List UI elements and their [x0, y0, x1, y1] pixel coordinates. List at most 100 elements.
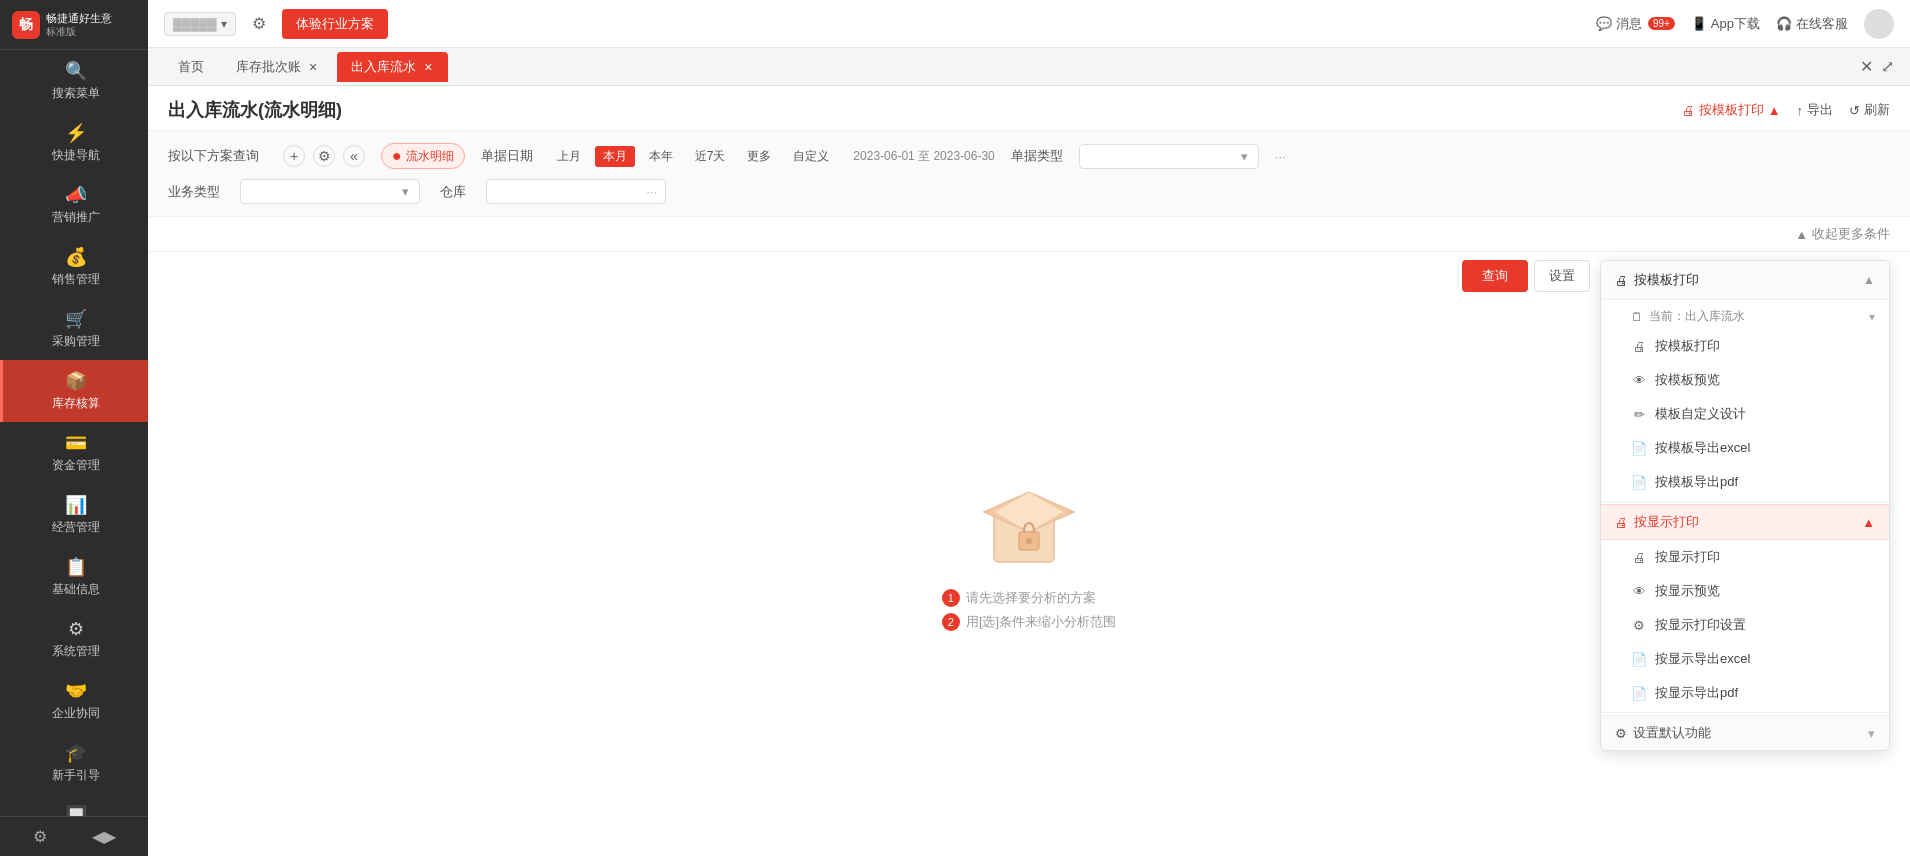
template-custom-icon: ✏ — [1631, 406, 1647, 422]
sidebar-item-sys-mgmt[interactable]: ⚙ 系统管理 — [0, 608, 148, 670]
sidebar-item-basic-info[interactable]: 📋 基础信息 — [0, 546, 148, 608]
online-service-btn[interactable]: 🎧 在线客服 — [1776, 15, 1848, 33]
biz-type-label: 业务类型 — [168, 183, 220, 201]
page-title: 出入库流水(流水明细) — [168, 98, 342, 122]
action-row: ▲ 收起更多条件 — [148, 217, 1910, 252]
panel-item-template-preview[interactable]: 👁 按模板预览 — [1601, 363, 1889, 397]
panel-display-header: 🖨 按显示打印 ▲ — [1601, 504, 1889, 540]
svg-point-4 — [1026, 538, 1032, 544]
panel-template-header: 🖨 按模板打印 ▲ — [1601, 261, 1889, 300]
empty-illustration — [979, 477, 1079, 577]
filter-tag[interactable]: ● 流水明细 — [381, 143, 465, 169]
sidebar-settings-btn[interactable]: ⚙ — [33, 827, 47, 846]
warehouse-input[interactable]: ··· — [486, 179, 666, 204]
print-template-section-icon: 🖨 — [1615, 273, 1628, 288]
sidebar-collapse-btn[interactable]: ◀▶ — [92, 827, 116, 846]
window-close-btn[interactable]: ✕ — [1860, 57, 1873, 76]
query-set-btns: 查询 设置 — [1462, 260, 1590, 292]
topbar-settings-btn[interactable]: ⚙ — [244, 9, 274, 39]
doc-type-more[interactable]: ··· — [1275, 149, 1286, 164]
set-button[interactable]: 设置 — [1534, 260, 1590, 292]
filter-add-btn[interactable]: + — [283, 145, 305, 167]
beginner-icon: 🎓 — [65, 742, 87, 764]
sidebar-item-ops[interactable]: 📊 经营管理 — [0, 484, 148, 546]
template-preview-icon: 👁 — [1631, 372, 1647, 388]
warehouse-label: 仓库 — [440, 183, 466, 201]
message-btn[interactable]: 💬 消息 99+ — [1596, 15, 1675, 33]
tab-home[interactable]: 首页 — [164, 52, 218, 82]
sidebar: 畅 畅捷通好生意 标准版 🔍 搜索菜单 ⚡ 快捷导航 📣 营销推广 💰 销售管理… — [0, 0, 148, 856]
sidebar-item-sales[interactable]: 💰 销售管理 — [0, 236, 148, 298]
filter-collapse-btn[interactable]: « — [343, 145, 365, 167]
export-btn[interactable]: ↑ 导出 — [1797, 101, 1834, 119]
filter-area: 按以下方案查询 + ⚙ « ● 流水明细 单据日期 上月 本月 本年 — [148, 131, 1910, 217]
tab-batch-account[interactable]: 库存批次账 × — [222, 52, 333, 82]
sales-icon: 💰 — [65, 246, 87, 268]
app-download-btn[interactable]: 📱 App下载 — [1691, 15, 1760, 33]
biz-type-select[interactable]: ▾ — [240, 179, 420, 204]
panel-item-display-preview[interactable]: 👁 按显示预览 — [1601, 574, 1889, 608]
date-this-month[interactable]: 本月 — [595, 146, 635, 167]
tab-batch-account-close[interactable]: × — [307, 59, 319, 75]
print-template-btn[interactable]: 🖨 按模板打印 ▲ — [1682, 101, 1781, 119]
panel-item-display-print[interactable]: 🖨 按显示打印 — [1601, 540, 1889, 574]
dropdown-panel: 🖨 按模板打印 ▲ 🗒 当前：出入库流水 ▾ 🖨 按模板打印 � — [1600, 260, 1890, 751]
tab-inout-flow[interactable]: 出入库流水 × — [337, 52, 448, 82]
panel-item-template-custom[interactable]: ✏ 模板自定义设计 — [1601, 397, 1889, 431]
panel-item-template-excel[interactable]: 📄 按模板导出excel — [1601, 431, 1889, 465]
hint-num-2: 2 — [942, 613, 960, 631]
date-this-year[interactable]: 本年 — [641, 146, 681, 167]
date-more[interactable]: 更多 — [739, 146, 779, 167]
panel-divider-2 — [1601, 712, 1889, 713]
sidebar-item-inventory[interactable]: 📦 库存核算 — [0, 360, 148, 422]
window-maximize-btn[interactable]: ⤢ — [1881, 57, 1894, 76]
template-print-icon: 🖨 — [1631, 338, 1647, 354]
sidebar-item-fund[interactable]: 💳 资金管理 — [0, 422, 148, 484]
main-area: ▓▓▓▓▓ ▾ ⚙ 体验行业方案 💬 消息 99+ 📱 App下载 🎧 在线客服 — [148, 0, 1910, 856]
warehouse-more: ··· — [646, 184, 657, 199]
refresh-btn[interactable]: ↺ 刷新 — [1849, 101, 1890, 119]
panel-template-arrow[interactable]: ▲ — [1863, 273, 1875, 287]
filter-settings-btn[interactable]: ⚙ — [313, 145, 335, 167]
panel-item-display-pdf[interactable]: 📄 按显示导出pdf — [1601, 676, 1889, 710]
logo-icon: 畅 — [12, 11, 40, 39]
doc-type-label: 单据类型 — [1011, 147, 1063, 165]
topbar-left: ▓▓▓▓▓ ▾ ⚙ 体验行业方案 — [164, 9, 1584, 39]
chevron-up-icon: ▲ — [1768, 103, 1781, 118]
date-custom[interactable]: 自定义 — [785, 146, 837, 167]
tab-bar: 首页 库存批次账 × 出入库流水 × ✕ ⤢ — [148, 48, 1910, 86]
sidebar-item-search-menu[interactable]: 🔍 搜索菜单 — [0, 50, 148, 112]
query-button[interactable]: 查询 — [1462, 260, 1528, 292]
sidebar-item-app-center[interactable]: 🔲 应用中心 — [0, 794, 148, 816]
panel-footer[interactable]: ⚙ 设置默认功能 ▾ — [1601, 715, 1889, 750]
panel-item-display-excel[interactable]: 📄 按显示导出excel — [1601, 642, 1889, 676]
panel-item-template-print[interactable]: 🖨 按模板打印 — [1601, 329, 1889, 363]
doc-type-select[interactable]: ▾ — [1079, 144, 1259, 169]
marketing-icon: 📣 — [65, 184, 87, 206]
sidebar-item-marketing[interactable]: 📣 营销推广 — [0, 174, 148, 236]
sidebar-item-corp-coop[interactable]: 🤝 企业协同 — [0, 670, 148, 732]
page-content: 出入库流水(流水明细) 🖨 按模板打印 ▲ ↑ 导出 ↺ 刷新 — [148, 86, 1910, 856]
filter-row-2: 业务类型 ▾ 仓库 ··· — [168, 179, 1890, 204]
hint-item-1: 1 请先选择要分析的方案 — [942, 589, 1116, 607]
industry-solution-btn[interactable]: 体验行业方案 — [282, 9, 388, 39]
display-pdf-icon: 📄 — [1631, 685, 1647, 701]
sidebar-item-quick-nav[interactable]: ⚡ 快捷导航 — [0, 112, 148, 174]
sidebar-item-beginner[interactable]: 🎓 新手引导 — [0, 732, 148, 794]
date-last-7-days[interactable]: 近7天 — [687, 146, 734, 167]
display-preview-icon: 👁 — [1631, 583, 1647, 599]
date-last-month[interactable]: 上月 — [549, 146, 589, 167]
collapse-more-btn[interactable]: ▲ 收起更多条件 — [1795, 225, 1890, 243]
filter-row-1: 按以下方案查询 + ⚙ « ● 流水明细 单据日期 上月 本月 本年 — [168, 143, 1890, 169]
template-pdf-icon: 📄 — [1631, 474, 1647, 490]
panel-item-template-pdf[interactable]: 📄 按模板导出pdf — [1601, 465, 1889, 499]
user-selector[interactable]: ▓▓▓▓▓ ▾ — [164, 12, 236, 36]
date-label: 单据日期 — [481, 147, 533, 165]
tab-inout-flow-close[interactable]: × — [422, 59, 434, 75]
sidebar-item-purchase[interactable]: 🛒 采购管理 — [0, 298, 148, 360]
phone-icon: 📱 — [1691, 16, 1707, 31]
hint-num-1: 1 — [942, 589, 960, 607]
panel-item-display-print-settings[interactable]: ⚙ 按显示打印设置 — [1601, 608, 1889, 642]
avatar[interactable] — [1864, 9, 1894, 39]
panel-display-arrow[interactable]: ▲ — [1862, 515, 1875, 530]
